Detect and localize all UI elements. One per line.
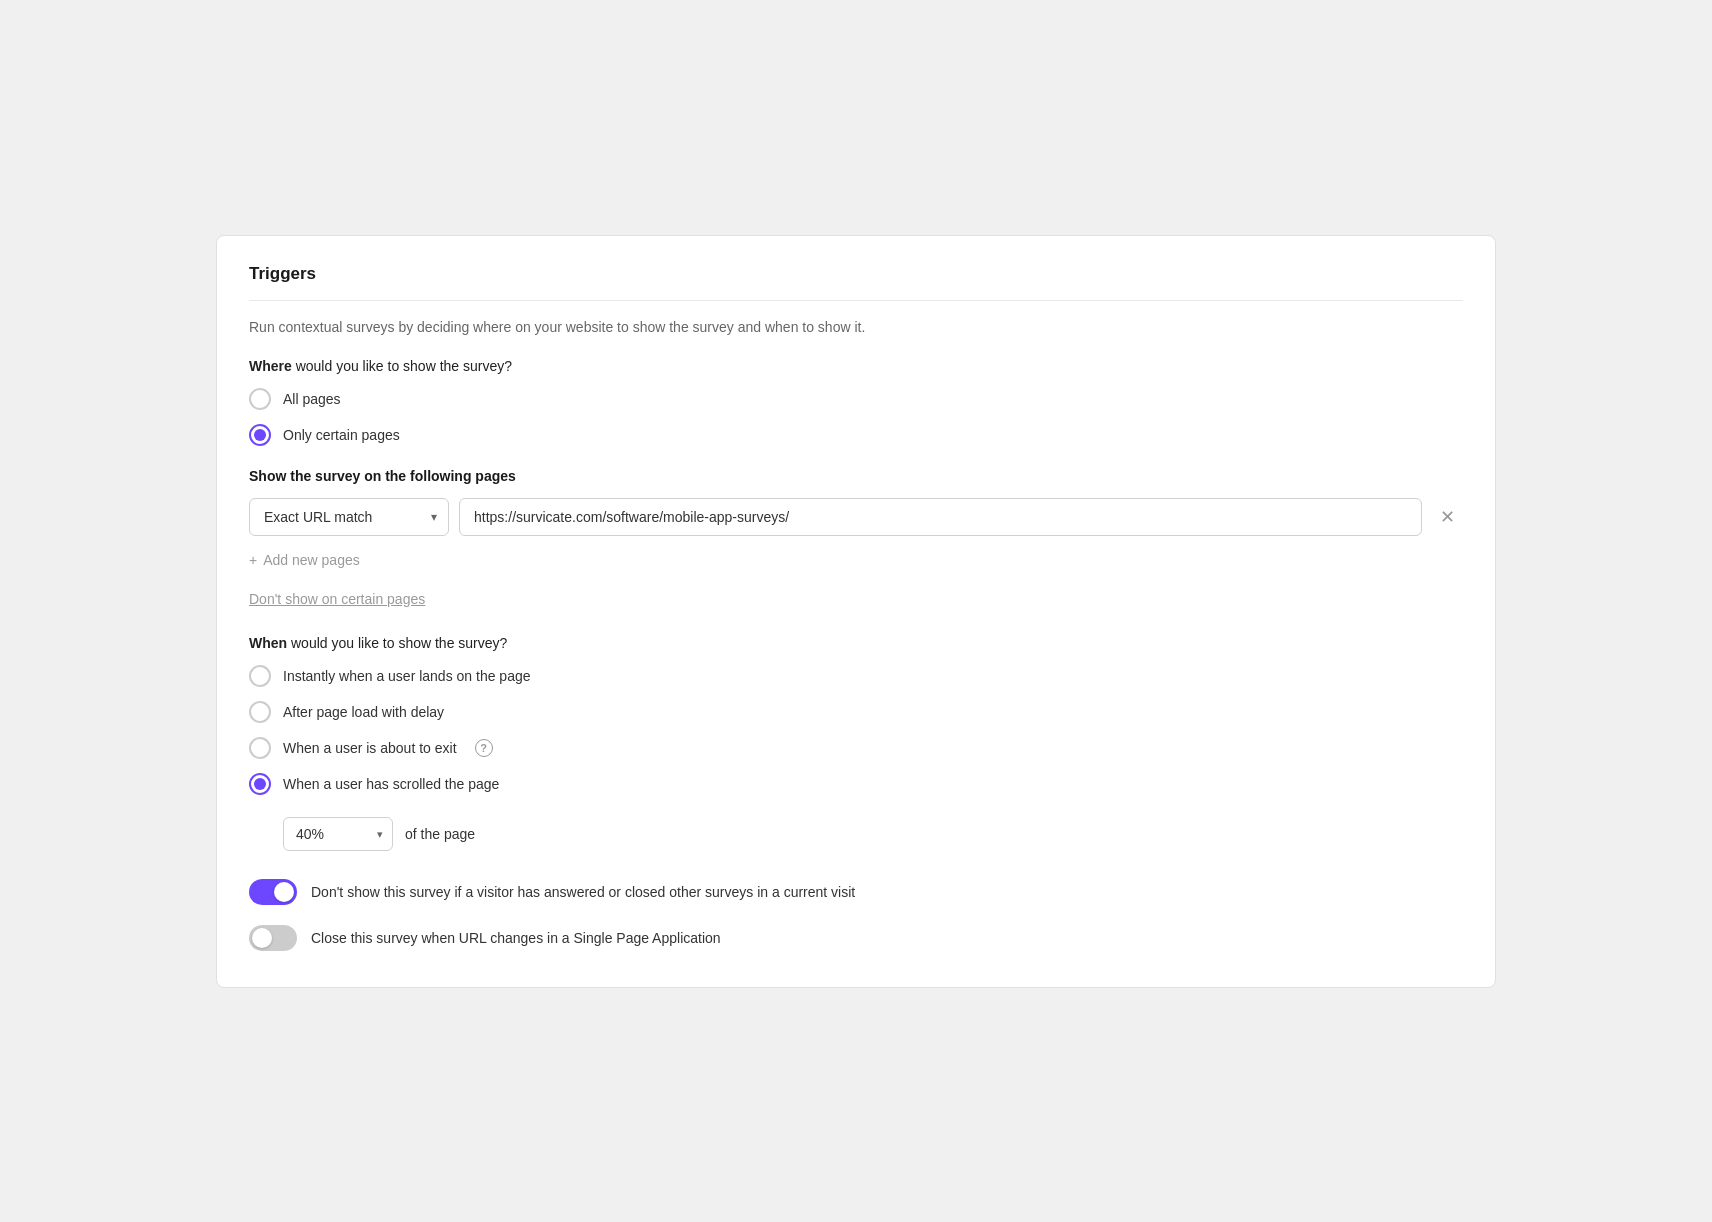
radio-all-pages-input[interactable]	[249, 388, 271, 410]
url-remove-button[interactable]: ✕	[1432, 504, 1463, 530]
radio-scrolled[interactable]: When a user has scrolled the page	[249, 773, 1463, 795]
when-strong: When	[249, 635, 287, 651]
toggle-close-url-change-label: Close this survey when URL changes in a …	[311, 930, 721, 946]
when-radio-group: Instantly when a user lands on the page …	[249, 665, 1463, 795]
where-radio-group: All pages Only certain pages	[249, 388, 1463, 446]
url-match-select-wrapper: Exact URL match URL contains URL starts …	[249, 498, 449, 536]
radio-only-certain-input[interactable]	[249, 424, 271, 446]
plus-icon: +	[249, 552, 257, 568]
scroll-percent-row: 10% 20% 30% 40% 50% 60% 70% 80% 90% ▾ of…	[283, 817, 1463, 851]
toggle-dont-show-answered-knob	[274, 882, 294, 902]
radio-after-delay-input[interactable]	[249, 701, 271, 723]
add-new-pages-label: Add new pages	[263, 552, 360, 568]
where-question-label: Where would you like to show the survey?	[249, 358, 1463, 374]
toggle-row-close-url-change: Close this survey when URL changes in a …	[249, 925, 1463, 951]
add-new-pages-link[interactable]: + Add new pages	[249, 552, 360, 568]
url-row: Exact URL match URL contains URL starts …	[249, 498, 1463, 536]
scroll-of-page-label: of the page	[405, 826, 475, 842]
scroll-percent-select[interactable]: 10% 20% 30% 40% 50% 60% 70% 80% 90%	[283, 817, 393, 851]
section-title: Triggers	[249, 264, 1463, 301]
url-match-select[interactable]: Exact URL match URL contains URL starts …	[249, 498, 449, 536]
toggle-dont-show-answered-label: Don't show this survey if a visitor has …	[311, 884, 855, 900]
radio-instantly-input[interactable]	[249, 665, 271, 687]
when-question-label: When would you like to show the survey?	[249, 635, 1463, 651]
radio-all-pages[interactable]: All pages	[249, 388, 1463, 410]
radio-only-certain-label: Only certain pages	[283, 427, 400, 443]
radio-exit-intent-label: When a user is about to exit	[283, 740, 457, 756]
toggle-dont-show-answered[interactable]	[249, 879, 297, 905]
radio-scrolled-input[interactable]	[249, 773, 271, 795]
radio-after-delay-label: After page load with delay	[283, 704, 444, 720]
radio-exit-intent[interactable]: When a user is about to exit ?	[249, 737, 1463, 759]
toggle-close-url-change-knob	[252, 928, 272, 948]
where-strong: Where	[249, 358, 292, 374]
url-input[interactable]	[459, 498, 1422, 536]
radio-scrolled-label: When a user has scrolled the page	[283, 776, 499, 792]
radio-instantly-label: Instantly when a user lands on the page	[283, 668, 531, 684]
radio-only-certain[interactable]: Only certain pages	[249, 424, 1463, 446]
radio-exit-intent-input[interactable]	[249, 737, 271, 759]
triggers-card: Triggers Run contextual surveys by decid…	[216, 235, 1496, 988]
radio-all-pages-label: All pages	[283, 391, 341, 407]
toggle-close-url-change[interactable]	[249, 925, 297, 951]
radio-after-delay[interactable]: After page load with delay	[249, 701, 1463, 723]
radio-instantly[interactable]: Instantly when a user lands on the page	[249, 665, 1463, 687]
scroll-select-wrapper: 10% 20% 30% 40% 50% 60% 70% 80% 90% ▾	[283, 817, 393, 851]
show-following-pages-title: Show the survey on the following pages	[249, 468, 1463, 484]
dont-show-certain-link[interactable]: Don't show on certain pages	[249, 591, 425, 607]
exit-intent-help-icon[interactable]: ?	[475, 739, 493, 757]
toggles-section: Don't show this survey if a visitor has …	[249, 879, 1463, 951]
description: Run contextual surveys by deciding where…	[249, 317, 1463, 338]
toggle-row-dont-show-answered: Don't show this survey if a visitor has …	[249, 879, 1463, 905]
